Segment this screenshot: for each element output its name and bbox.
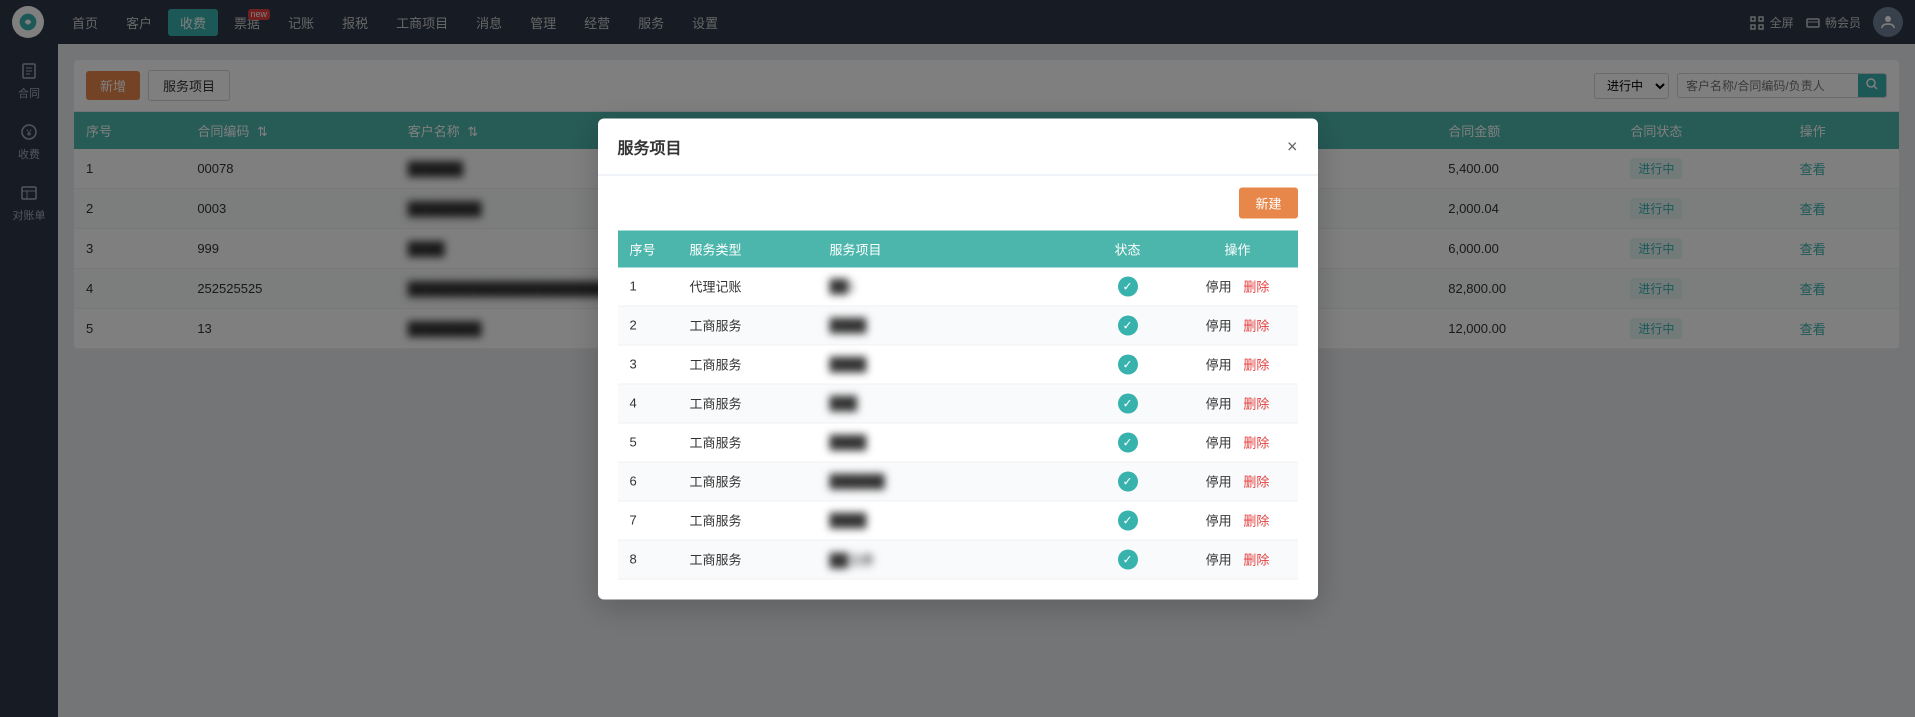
mcell-action: 停用 删除 <box>1178 540 1298 579</box>
mcell-type: 工商服务 <box>678 501 818 540</box>
delete-button[interactable]: 删除 <box>1243 319 1269 334</box>
mcell-type: 工商服务 <box>678 345 818 384</box>
mcell-type: 工商服务 <box>678 423 818 462</box>
mcell-action: 停用 删除 <box>1178 306 1298 345</box>
service-table: 序号 服务类型 服务项目 状态 操作 1 代理记账 ██1 ✓ 停用 删除 2 … <box>618 230 1298 579</box>
status-check-icon: ✓ <box>1118 393 1138 413</box>
mcell-status: ✓ <box>1078 267 1178 306</box>
modal-close-button[interactable]: × <box>1287 137 1298 155</box>
status-check-icon: ✓ <box>1118 549 1138 569</box>
mcell-type: 代理记账 <box>678 267 818 306</box>
status-check-icon: ✓ <box>1118 315 1138 335</box>
delete-button[interactable]: 删除 <box>1243 397 1269 412</box>
list-item: 4 工商服务 ███ ✓ 停用 删除 <box>618 384 1298 423</box>
mth-status: 状态 <box>1078 230 1178 267</box>
mcell-seq: 3 <box>618 345 678 384</box>
mcell-action: 停用 删除 <box>1178 345 1298 384</box>
mcell-item: ████ <box>818 306 1078 345</box>
list-item: 3 工商服务 ████ ✓ 停用 删除 <box>618 345 1298 384</box>
stop-button[interactable]: 停用 <box>1206 475 1232 490</box>
mcell-status: ✓ <box>1078 423 1178 462</box>
mcell-seq: 8 <box>618 540 678 579</box>
mcell-action: 停用 删除 <box>1178 384 1298 423</box>
mcell-item: ██1 <box>818 267 1078 306</box>
stop-button[interactable]: 停用 <box>1206 397 1232 412</box>
mcell-type: 工商服务 <box>678 540 818 579</box>
mth-action: 操作 <box>1178 230 1298 267</box>
delete-button[interactable]: 删除 <box>1243 475 1269 490</box>
list-item: 7 工商服务 ████ ✓ 停用 删除 <box>618 501 1298 540</box>
mcell-item: ████ <box>818 501 1078 540</box>
mcell-type: 工商服务 <box>678 306 818 345</box>
mcell-seq: 2 <box>618 306 678 345</box>
modal-title: 服务项目 <box>618 134 682 158</box>
mcell-action: 停用 删除 <box>1178 462 1298 501</box>
modal-toolbar: 新建 <box>598 175 1318 230</box>
mcell-action: 停用 删除 <box>1178 501 1298 540</box>
mcell-seq: 7 <box>618 501 678 540</box>
mcell-item: ██████ <box>818 462 1078 501</box>
mcell-seq: 1 <box>618 267 678 306</box>
mcell-item: ███ <box>818 384 1078 423</box>
stop-button[interactable]: 停用 <box>1206 319 1232 334</box>
mcell-seq: 6 <box>618 462 678 501</box>
mcell-action: 停用 删除 <box>1178 267 1298 306</box>
mth-item: 服务项目 <box>818 230 1078 267</box>
status-check-icon: ✓ <box>1118 276 1138 296</box>
status-check-icon: ✓ <box>1118 510 1138 530</box>
status-check-icon: ✓ <box>1118 354 1138 374</box>
mcell-item: ████ <box>818 423 1078 462</box>
mth-seq: 序号 <box>618 230 678 267</box>
stop-button[interactable]: 停用 <box>1206 553 1232 568</box>
stop-button[interactable]: 停用 <box>1206 358 1232 373</box>
modal-header: 服务项目 × <box>598 118 1318 175</box>
stop-button[interactable]: 停用 <box>1206 514 1232 529</box>
delete-button[interactable]: 删除 <box>1243 436 1269 451</box>
stop-button[interactable]: 停用 <box>1206 280 1232 295</box>
delete-button[interactable]: 删除 <box>1243 514 1269 529</box>
modal-body: 序号 服务类型 服务项目 状态 操作 1 代理记账 ██1 ✓ 停用 删除 2 … <box>598 230 1318 599</box>
list-item: 8 工商服务 ██注册 ✓ 停用 删除 <box>618 540 1298 579</box>
mcell-seq: 4 <box>618 384 678 423</box>
delete-button[interactable]: 删除 <box>1243 280 1269 295</box>
mcell-status: ✓ <box>1078 462 1178 501</box>
list-item: 2 工商服务 ████ ✓ 停用 删除 <box>618 306 1298 345</box>
mcell-status: ✓ <box>1078 306 1178 345</box>
mth-type: 服务类型 <box>678 230 818 267</box>
service-modal: 服务项目 × 新建 序号 服务类型 服务项目 状态 操作 1 代理记账 ██1 … <box>598 118 1318 599</box>
stop-button[interactable]: 停用 <box>1206 436 1232 451</box>
list-item: 1 代理记账 ██1 ✓ 停用 删除 <box>618 267 1298 306</box>
mcell-action: 停用 删除 <box>1178 423 1298 462</box>
status-check-icon: ✓ <box>1118 432 1138 452</box>
delete-button[interactable]: 删除 <box>1243 553 1269 568</box>
mcell-item: ██注册 <box>818 540 1078 579</box>
list-item: 5 工商服务 ████ ✓ 停用 删除 <box>618 423 1298 462</box>
mcell-item: ████ <box>818 345 1078 384</box>
mcell-status: ✓ <box>1078 540 1178 579</box>
mcell-status: ✓ <box>1078 501 1178 540</box>
status-check-icon: ✓ <box>1118 471 1138 491</box>
mcell-seq: 5 <box>618 423 678 462</box>
mcell-status: ✓ <box>1078 345 1178 384</box>
delete-button[interactable]: 删除 <box>1243 358 1269 373</box>
mcell-type: 工商服务 <box>678 462 818 501</box>
mcell-type: 工商服务 <box>678 384 818 423</box>
list-item: 6 工商服务 ██████ ✓ 停用 删除 <box>618 462 1298 501</box>
modal-new-button[interactable]: 新建 <box>1239 187 1297 218</box>
mcell-status: ✓ <box>1078 384 1178 423</box>
